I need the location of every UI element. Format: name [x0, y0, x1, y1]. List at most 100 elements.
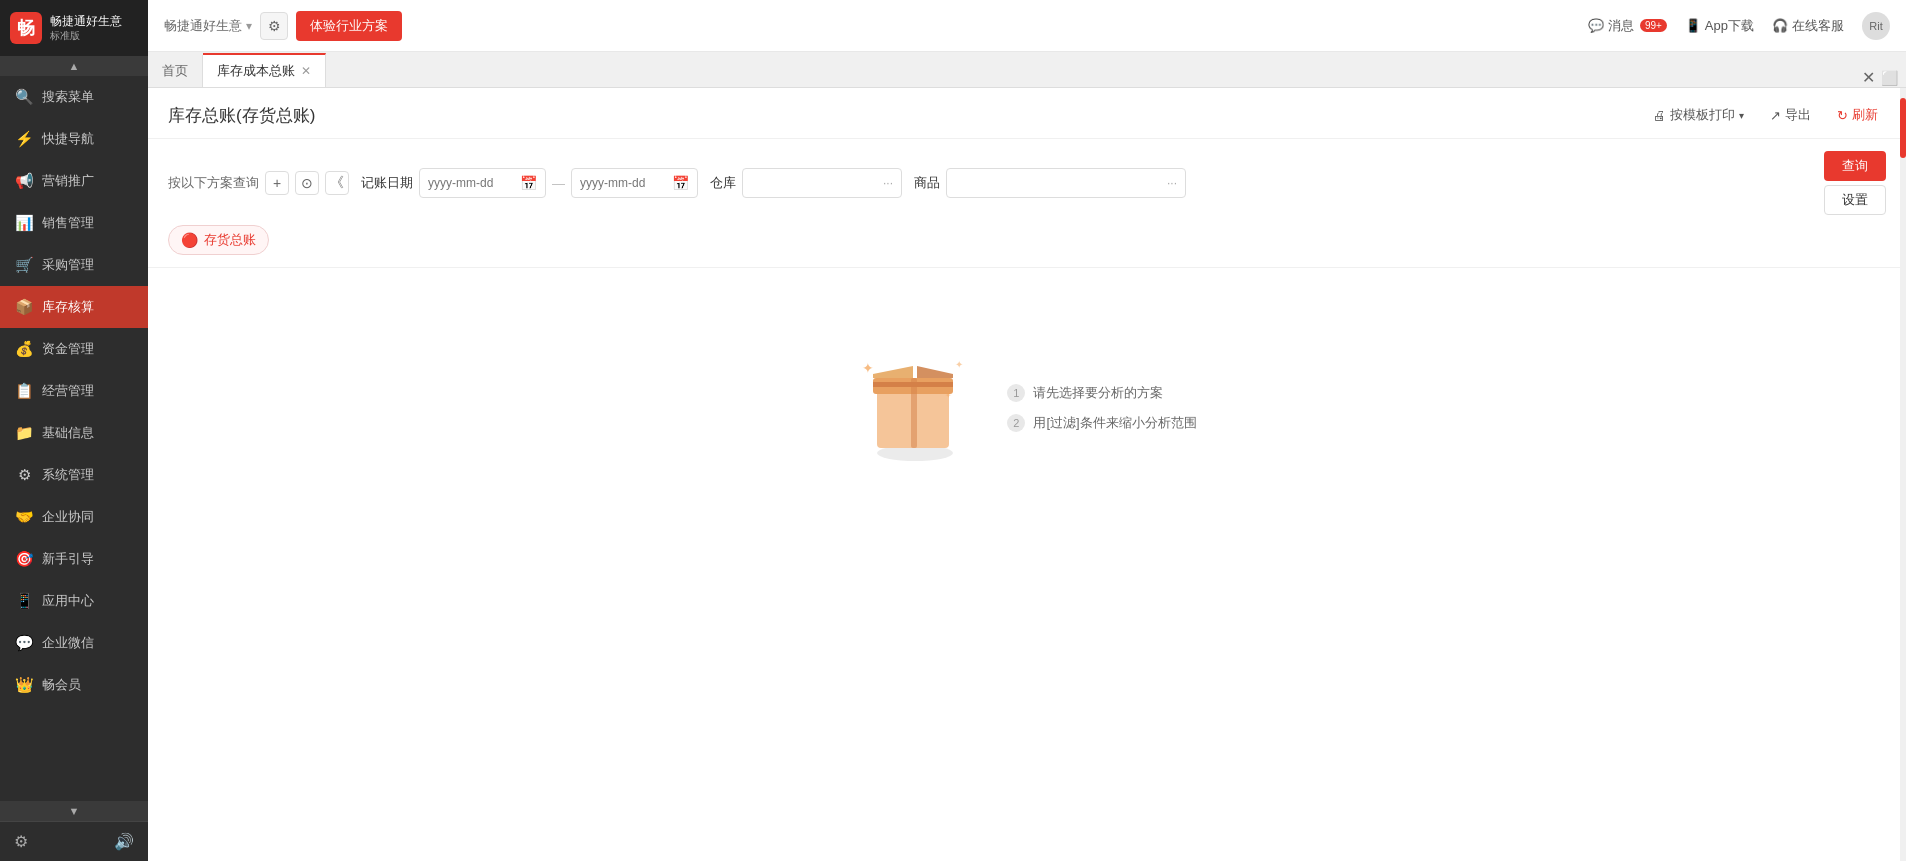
empty-step-2: 2 用[过滤]条件来缩小分析范围	[1007, 414, 1196, 432]
print-chevron-icon: ▾	[1739, 110, 1744, 121]
tab-home[interactable]: 首页	[148, 55, 203, 87]
edit-scheme-button[interactable]: ⊙	[295, 171, 319, 195]
sidebar-item-enterprise[interactable]: 🤝 企业协同	[0, 496, 148, 538]
online-service-button[interactable]: 🎧 在线客服	[1772, 17, 1844, 35]
tab-bar: 首页 库存成本总账 ✕ ✕ ⬜	[148, 52, 1906, 88]
sidebar-item-marketing[interactable]: 📢 营销推广	[0, 160, 148, 202]
system-icon: ⚙	[14, 465, 34, 485]
calendar-end-icon[interactable]: 📅	[672, 175, 689, 191]
empty-state: ✦ ✦ ✦ 1 请先选择要分析的方案 2 用[过滤]条件来缩小分析范围	[148, 268, 1906, 548]
finance-icon: 💰	[14, 339, 34, 359]
export-icon: ↗	[1770, 108, 1781, 123]
printer-icon: 🖨	[1653, 108, 1666, 123]
warehouse-select[interactable]: ···	[742, 168, 902, 198]
empty-text: 1 请先选择要分析的方案 2 用[过滤]条件来缩小分析范围	[1007, 384, 1196, 432]
footer-audio-icon[interactable]: 🔊	[114, 832, 134, 851]
svg-text:✦: ✦	[945, 391, 952, 400]
page-actions: 🖨 按模板打印 ▾ ↗ 导出 ↻ 刷新	[1645, 102, 1886, 128]
top-header: 畅捷通好生意 ▾ ⚙ 体验行业方案 💬 消息 99+ 📱 App下载 🎧 在线客…	[148, 0, 1906, 52]
close-all-tabs-button[interactable]: ✕	[1862, 68, 1875, 87]
query-button[interactable]: 查询	[1824, 151, 1886, 181]
sidebar-item-system[interactable]: ⚙ 系统管理	[0, 454, 148, 496]
scrollbar-thumb	[1900, 98, 1906, 158]
sidebar-item-basic[interactable]: 📁 基础信息	[0, 412, 148, 454]
sidebar-item-member[interactable]: 👑 畅会员	[0, 664, 148, 706]
sidebar-item-wechat[interactable]: 💬 企业微信	[0, 622, 148, 664]
tab-inventory-ledger[interactable]: 库存成本总账 ✕	[203, 53, 326, 87]
export-button[interactable]: ↗ 导出	[1762, 102, 1819, 128]
sidebar-nav: 🔍 搜索菜单 ⚡ 快捷导航 📢 营销推广 📊 销售管理 🛒 采购管理 📦 库存核…	[0, 76, 148, 801]
newguide-icon: 🎯	[14, 549, 34, 569]
sidebar-item-purchase[interactable]: 🛒 采购管理	[0, 244, 148, 286]
app-download-button[interactable]: 📱 App下载	[1685, 17, 1754, 35]
message-icon: 💬	[1588, 18, 1604, 33]
print-template-button[interactable]: 🖨 按模板打印 ▾	[1645, 102, 1752, 128]
scroll-down-btn[interactable]: ▼	[0, 801, 148, 821]
sales-icon: 📊	[14, 213, 34, 233]
sidebar-item-finance[interactable]: 💰 资金管理	[0, 328, 148, 370]
resize-icon[interactable]: ⬜	[1881, 70, 1898, 86]
page-content: 库存总账(存货总账) 🖨 按模板打印 ▾ ↗ 导出 ↻ 刷新	[148, 88, 1906, 861]
warehouse-filter: 仓库 ···	[710, 168, 902, 198]
scheme-selector: 🔴 存货总账	[168, 225, 1886, 255]
sidebar-item-inventory[interactable]: 📦 库存核算	[0, 286, 148, 328]
sidebar-item-search[interactable]: 🔍 搜索菜单	[0, 76, 148, 118]
date-label: 记账日期	[361, 174, 413, 192]
collapse-button[interactable]: 《	[325, 171, 349, 195]
content-area: 库存总账(存货总账) 🖨 按模板打印 ▾ ↗ 导出 ↻ 刷新	[148, 88, 1906, 861]
svg-text:✦: ✦	[955, 359, 963, 370]
add-scheme-button[interactable]: +	[265, 171, 289, 195]
filter-row: 按以下方案查询 + ⊙ 《 记账日期 📅 —	[168, 151, 1886, 215]
scheme-item-inventory[interactable]: 🔴 存货总账	[168, 225, 269, 255]
date-end-field[interactable]	[580, 176, 668, 190]
header-right: 💬 消息 99+ 📱 App下载 🎧 在线客服 Rit	[1588, 12, 1890, 40]
date-start-input[interactable]: 📅	[419, 168, 546, 198]
sidebar-item-newguide[interactable]: 🎯 新手引导	[0, 538, 148, 580]
product-label: 商品	[914, 174, 940, 192]
chevron-down-icon: ▾	[246, 19, 252, 33]
empty-illustration: ✦ ✦ ✦	[857, 348, 977, 468]
step-1-num: 1	[1007, 384, 1025, 402]
calendar-start-icon[interactable]: 📅	[520, 175, 537, 191]
empty-step-1: 1 请先选择要分析的方案	[1007, 384, 1196, 402]
date-separator: —	[552, 176, 565, 191]
svg-rect-4	[911, 378, 917, 448]
logo-text: 畅捷通好生意 标准版	[50, 13, 122, 44]
settings-text-button[interactable]: 设置	[1824, 185, 1886, 215]
scroll-up-btn[interactable]: ▲	[0, 56, 148, 76]
empty-svg: ✦ ✦ ✦	[857, 348, 977, 468]
product-more-icon: ···	[1167, 176, 1177, 190]
filter-area: 按以下方案查询 + ⊙ 《 记账日期 📅 —	[148, 139, 1906, 268]
date-filter: 记账日期 📅 — 📅	[361, 168, 698, 198]
svg-text:✦: ✦	[862, 360, 874, 376]
main-area: 畅捷通好生意 ▾ ⚙ 体验行业方案 💬 消息 99+ 📱 App下载 🎧 在线客…	[148, 0, 1906, 861]
tab-close-icon[interactable]: ✕	[301, 64, 311, 78]
appcenter-icon: 📱	[14, 591, 34, 611]
sidebar-item-sales[interactable]: 📊 销售管理	[0, 202, 148, 244]
operation-icon: 📋	[14, 381, 34, 401]
basic-icon: 📁	[14, 423, 34, 443]
wechat-icon: 💬	[14, 633, 34, 653]
date-start-field[interactable]	[428, 176, 516, 190]
footer-settings-icon[interactable]: ⚙	[14, 832, 28, 851]
trial-button[interactable]: 体验行业方案	[296, 11, 402, 41]
header-settings-button[interactable]: ⚙	[260, 12, 288, 40]
user-avatar[interactable]: Rit	[1862, 12, 1890, 40]
product-filter: 商品 ···	[914, 168, 1186, 198]
date-end-input[interactable]: 📅	[571, 168, 698, 198]
message-button[interactable]: 💬 消息 99+	[1588, 17, 1667, 35]
search-icon: 🔍	[14, 87, 34, 107]
sidebar-item-operation[interactable]: 📋 经营管理	[0, 370, 148, 412]
page-title: 库存总账(存货总账)	[168, 104, 315, 127]
svg-marker-5	[873, 366, 913, 378]
headset-icon: 🎧	[1772, 18, 1788, 33]
message-badge: 99+	[1640, 19, 1667, 32]
refresh-button[interactable]: ↻ 刷新	[1829, 102, 1886, 128]
sidebar-item-appcenter[interactable]: 📱 应用中心	[0, 580, 148, 622]
page-header: 库存总账(存货总账) 🖨 按模板打印 ▾ ↗ 导出 ↻ 刷新	[148, 88, 1906, 139]
empty-content: ✦ ✦ ✦ 1 请先选择要分析的方案 2 用[过滤]条件来缩小分析范围	[857, 348, 1196, 468]
product-select[interactable]: ···	[946, 168, 1186, 198]
step-2-num: 2	[1007, 414, 1025, 432]
refresh-icon: ↻	[1837, 108, 1848, 123]
sidebar-item-quicknav[interactable]: ⚡ 快捷导航	[0, 118, 148, 160]
